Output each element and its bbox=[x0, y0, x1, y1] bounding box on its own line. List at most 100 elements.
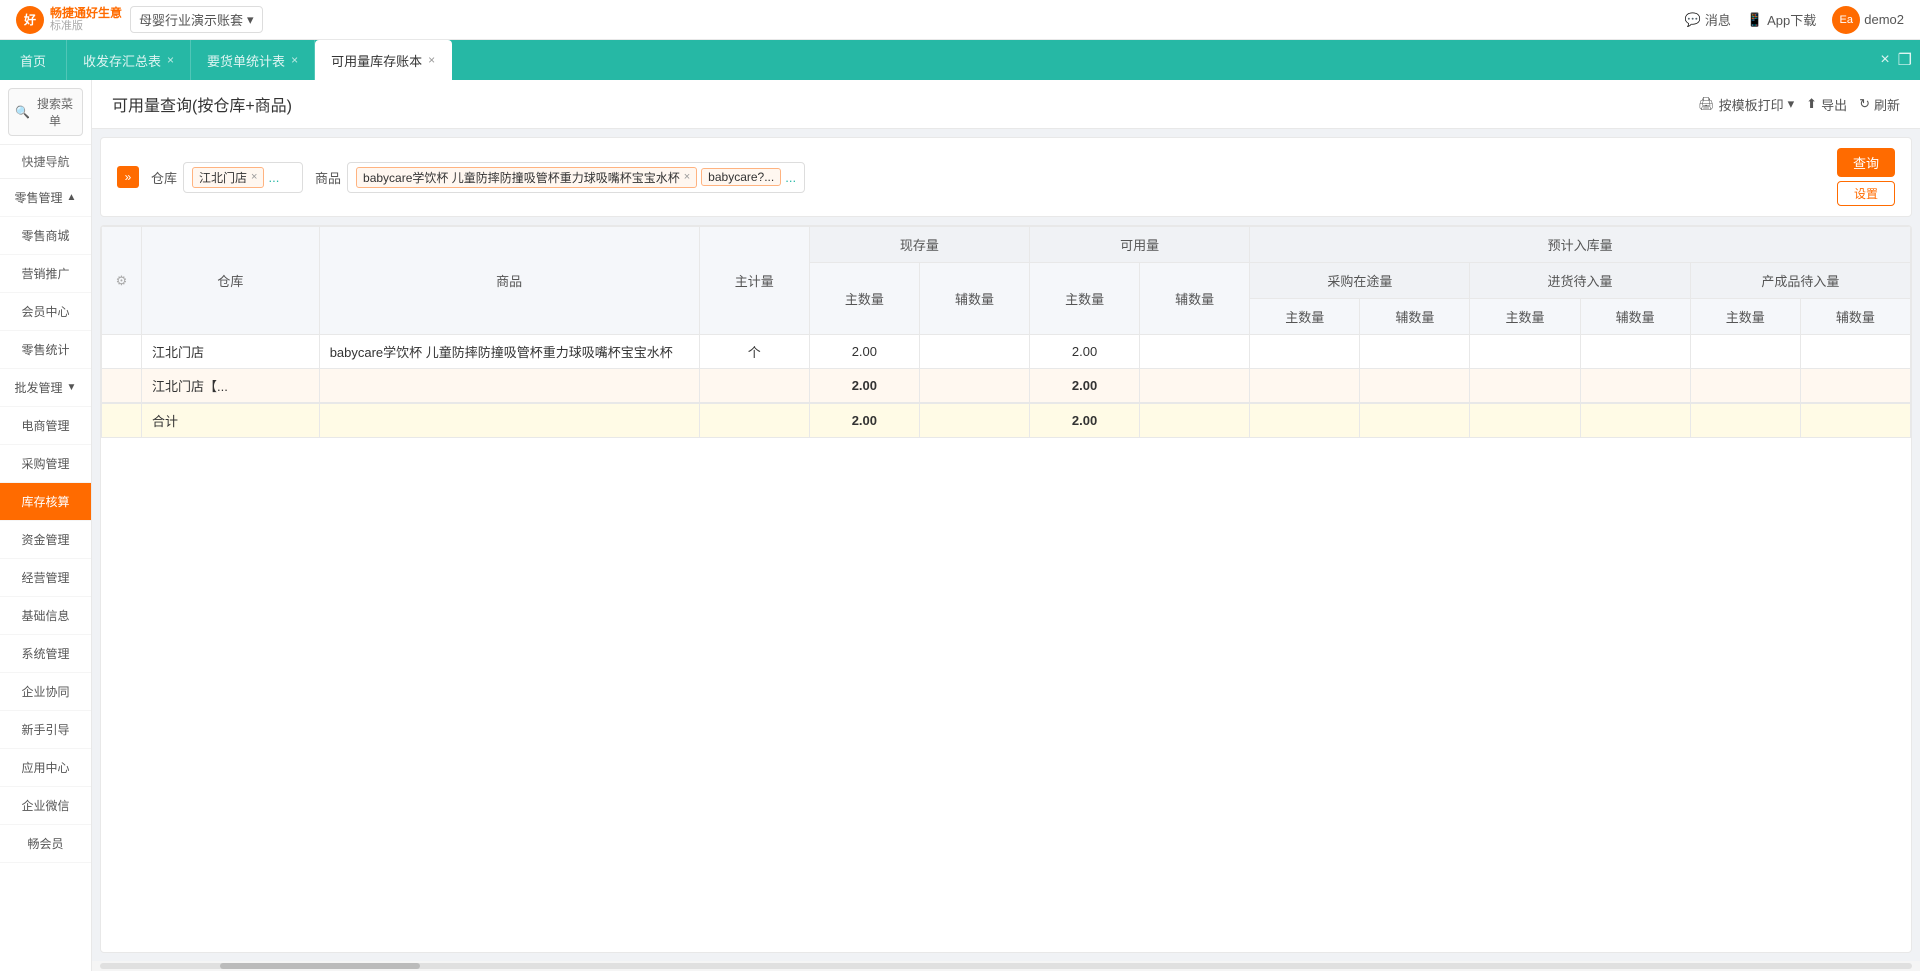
restore-window-btn[interactable]: ❐ bbox=[1898, 50, 1912, 70]
scroll-bar-area bbox=[92, 961, 1920, 971]
sidebar-item-retail-mgmt[interactable]: 零售管理 ▲ bbox=[0, 179, 91, 217]
row1-product: babycare学饮杯 儿童防摔防撞吸管杯重力球吸嘴杯宝宝水杯 bbox=[319, 335, 699, 369]
sidebar-item-retail-stats[interactable]: 零售统计 bbox=[0, 331, 91, 369]
table-header-row-1: ⚙ 仓库 商品 主计量 现存量 可用量 预计入库量 bbox=[102, 227, 1911, 263]
th-expected-in-group: 预计入库量 bbox=[1250, 227, 1911, 263]
warehouse-input[interactable]: 江北门店 × ... bbox=[183, 162, 303, 193]
sidebar-item-ecommerce-mgmt[interactable]: 电商管理 bbox=[0, 407, 91, 445]
footer-avail-sub bbox=[1140, 403, 1250, 438]
table-footer: 合计 2.00 2.00 bbox=[102, 403, 1911, 438]
product-tag-1-text: babycare学饮杯 儿童防摔防撞吸管杯重力球吸嘴杯宝宝水杯 bbox=[363, 169, 680, 186]
message-btn[interactable]: 💬 消息 bbox=[1685, 10, 1731, 29]
settings-btn[interactable]: 设置 bbox=[1837, 181, 1895, 206]
export-btn[interactable]: ⬆ 导出 bbox=[1806, 95, 1847, 114]
industry-label: 母婴行业演示账套 bbox=[139, 10, 243, 29]
row2-pur-transit-main bbox=[1250, 369, 1360, 404]
row1-prod-pending-sub bbox=[1800, 335, 1910, 369]
product-tag-1-remove[interactable]: × bbox=[684, 171, 690, 183]
tab-available-stock[interactable]: 可用量库存账本 × bbox=[315, 40, 452, 80]
th-pur-pending-sub: 辅数量 bbox=[1580, 299, 1690, 335]
sidebar-item-purchase-mgmt[interactable]: 采购管理 bbox=[0, 445, 91, 483]
footer-label: 合计 bbox=[142, 403, 320, 438]
sidebar-item-member-center[interactable]: 会员中心 bbox=[0, 293, 91, 331]
table-row: 江北门店 babycare学饮杯 儿童防摔防撞吸管杯重力球吸嘴杯宝宝水杯 个 2… bbox=[102, 335, 1911, 369]
row2-pur-transit-sub bbox=[1360, 369, 1470, 404]
footer-pur-transit-main bbox=[1250, 403, 1360, 438]
row2-prod-pending-main bbox=[1690, 369, 1800, 404]
data-table: ⚙ 仓库 商品 主计量 现存量 可用量 预计入库量 主数量 辅数量 主数量 辅数… bbox=[101, 226, 1911, 438]
tab-available-stock-close[interactable]: × bbox=[428, 53, 435, 67]
th-production-pending-group: 产成品待入量 bbox=[1690, 263, 1910, 299]
tab-receive-send[interactable]: 收发存汇总表 × bbox=[67, 40, 191, 80]
product-more-btn[interactable]: ... bbox=[785, 170, 796, 185]
th-avail-main: 主数量 bbox=[1030, 263, 1140, 335]
warehouse-more-btn[interactable]: ... bbox=[268, 170, 279, 185]
sidebar-item-retail-mall[interactable]: 零售商城 bbox=[0, 217, 91, 255]
search-icon: 🔍 bbox=[15, 105, 30, 119]
page-header: 可用量查询(按仓库+商品) 🖨 按模板打印 ▾ ⬆ 导出 ↻ 刷新 bbox=[92, 80, 1920, 129]
product-filter-label: 商品 bbox=[315, 168, 341, 187]
tab-receive-send-close[interactable]: × bbox=[167, 53, 174, 67]
row1-settings bbox=[102, 335, 142, 369]
horizontal-scrollbar[interactable] bbox=[100, 963, 1912, 969]
sidebar: 🔍 搜索菜单 快捷导航 零售管理 ▲ 零售商城 营销推广 会员中心 零售统计 bbox=[0, 80, 92, 971]
sidebar-item-inventory-check[interactable]: 库存核算 bbox=[0, 483, 91, 521]
sidebar-item-new-guide[interactable]: 新手引导 bbox=[0, 711, 91, 749]
tab-order-stats[interactable]: 要货单统计表 × bbox=[191, 40, 315, 80]
th-pur-transit-main: 主数量 bbox=[1250, 299, 1360, 335]
sidebar-item-system-mgmt[interactable]: 系统管理 bbox=[0, 635, 91, 673]
print-btn[interactable]: 🖨 按模板打印 ▾ bbox=[1698, 95, 1794, 114]
table-body: 江北门店 babycare学饮杯 儿童防摔防撞吸管杯重力球吸嘴杯宝宝水杯 个 2… bbox=[102, 335, 1911, 404]
sidebar-item-capital-mgmt[interactable]: 资金管理 bbox=[0, 521, 91, 559]
refresh-btn[interactable]: ↻ 刷新 bbox=[1859, 95, 1900, 114]
app-download-btn[interactable]: 📱 App下载 bbox=[1747, 10, 1816, 29]
footer-stock-main: 2.00 bbox=[809, 403, 919, 438]
row2-stock-sub bbox=[919, 369, 1029, 404]
sidebar-item-enterprise-wechat[interactable]: 企业微信 bbox=[0, 787, 91, 825]
product-input[interactable]: babycare学饮杯 儿童防摔防撞吸管杯重力球吸嘴杯宝宝水杯 × babyca… bbox=[347, 162, 805, 193]
industry-select[interactable]: 母婴行业演示账套 ▾ bbox=[130, 6, 263, 33]
search-menu-btn[interactable]: 🔍 搜索菜单 bbox=[8, 88, 83, 136]
sidebar-item-basic-info[interactable]: 基础信息 bbox=[0, 597, 91, 635]
sidebar-item-ops-mgmt[interactable]: 经营管理 bbox=[0, 559, 91, 597]
product-tag-2: babycare?... bbox=[701, 168, 781, 186]
sidebar-item-vip-member[interactable]: 畅会员 bbox=[0, 825, 91, 863]
th-available-group: 可用量 bbox=[1030, 227, 1250, 263]
table-wrapper[interactable]: ⚙ 仓库 商品 主计量 现存量 可用量 预计入库量 主数量 辅数量 主数量 辅数… bbox=[100, 225, 1912, 953]
close-window-btn[interactable]: × bbox=[1880, 51, 1889, 69]
sidebar-quick-nav[interactable]: 快捷导航 bbox=[0, 145, 91, 179]
row2-prod-pending-sub bbox=[1800, 369, 1910, 404]
th-settings: ⚙ bbox=[102, 227, 142, 335]
scrollbar-thumb[interactable] bbox=[220, 963, 420, 969]
warehouse-tag-text: 江北门店 bbox=[199, 169, 247, 186]
th-prod-pending-main: 主数量 bbox=[1690, 299, 1800, 335]
th-pur-transit-sub: 辅数量 bbox=[1360, 299, 1470, 335]
industry-dropdown-icon: ▾ bbox=[247, 12, 254, 28]
expand-filter-btn[interactable]: » bbox=[117, 166, 139, 188]
product-tag-1: babycare学饮杯 儿童防摔防撞吸管杯重力球吸嘴杯宝宝水杯 × bbox=[356, 167, 697, 188]
footer-unit bbox=[699, 403, 809, 438]
row1-avail-sub bbox=[1140, 335, 1250, 369]
sidebar-item-marketing[interactable]: 营销推广 bbox=[0, 255, 91, 293]
refresh-label: 刷新 bbox=[1874, 95, 1900, 114]
th-warehouse: 仓库 bbox=[142, 227, 320, 335]
tab-receive-send-label: 收发存汇总表 bbox=[83, 51, 161, 70]
content-area: 可用量查询(按仓库+商品) 🖨 按模板打印 ▾ ⬆ 导出 ↻ 刷新 » bbox=[92, 80, 1920, 971]
th-main-unit: 主计量 bbox=[699, 227, 809, 335]
user-area[interactable]: Ea demo2 bbox=[1832, 6, 1904, 34]
tab-order-stats-close[interactable]: × bbox=[291, 53, 298, 67]
row1-stock-main: 2.00 bbox=[809, 335, 919, 369]
warehouse-tag-remove[interactable]: × bbox=[251, 171, 257, 183]
sidebar-item-wholesale-mgmt[interactable]: 批发管理 ▼ bbox=[0, 369, 91, 407]
sidebar-item-app-center[interactable]: 应用中心 bbox=[0, 749, 91, 787]
footer-pur-transit-sub bbox=[1360, 403, 1470, 438]
sidebar-item-enterprise-collab[interactable]: 企业协同 bbox=[0, 673, 91, 711]
tab-home-label: 首页 bbox=[20, 51, 46, 70]
tab-home[interactable]: 首页 bbox=[0, 40, 67, 80]
phone-icon: 📱 bbox=[1747, 12, 1763, 28]
query-btn[interactable]: 查询 bbox=[1837, 148, 1895, 177]
export-label: 导出 bbox=[1821, 95, 1847, 114]
message-label: 消息 bbox=[1705, 10, 1731, 29]
row2-unit bbox=[699, 369, 809, 404]
print-dropdown-icon: ▾ bbox=[1788, 96, 1795, 112]
